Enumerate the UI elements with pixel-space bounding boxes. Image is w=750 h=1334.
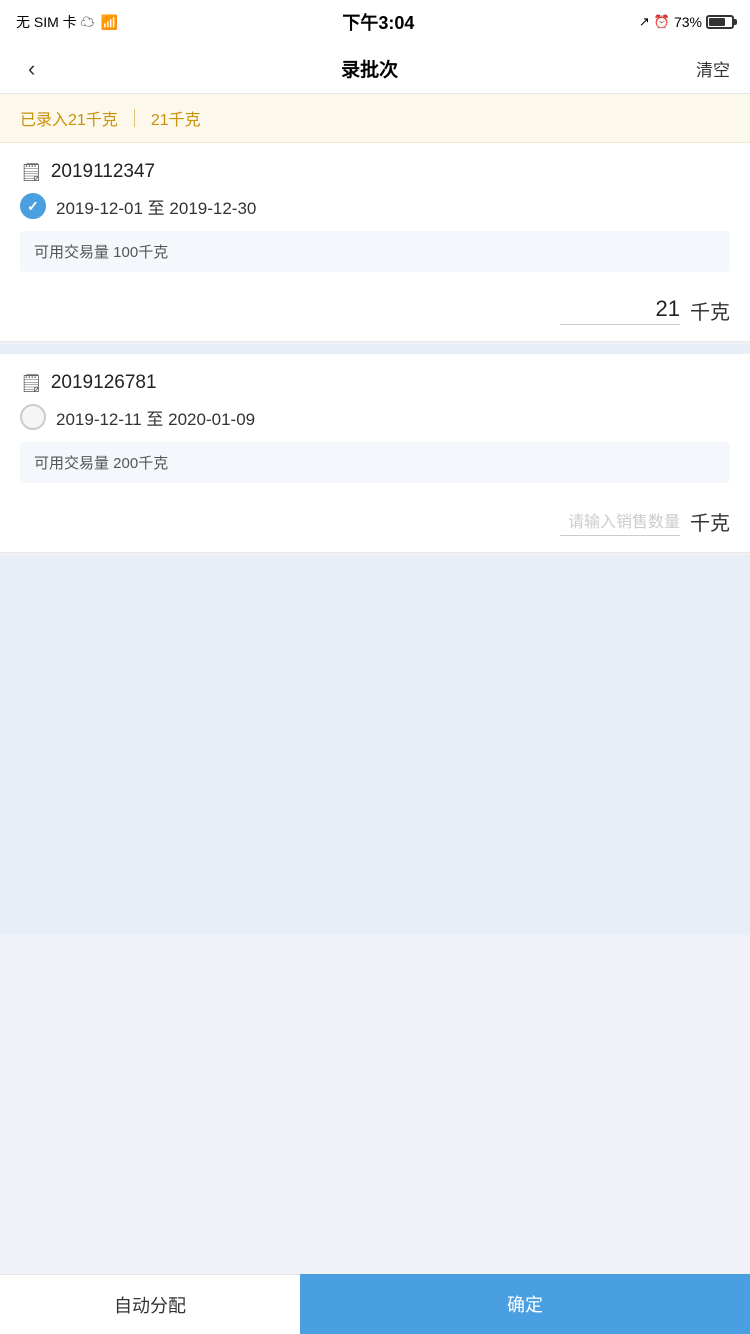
status-bar: 无 SIM 卡 ☁ 📶 下午3:04 ↗ ⏰ 73% bbox=[0, 0, 750, 44]
summary-recorded: 已录入21千克 bbox=[20, 106, 118, 130]
summary-divider bbox=[134, 109, 135, 127]
location-icon: ↗ bbox=[639, 14, 650, 30]
nav-bar: ‹ 录批次 清空 bbox=[0, 44, 750, 94]
empty-area bbox=[0, 555, 750, 935]
batch-1-input-row: 千克 bbox=[0, 286, 750, 342]
batch-2-doc-icon: 🗒 bbox=[20, 373, 43, 394]
batch-1-number: 2019112347 bbox=[51, 161, 155, 183]
batch-1-header: 🗒 2019112347 bbox=[0, 143, 750, 187]
batch-1-doc-icon: 🗒 bbox=[20, 162, 43, 183]
batch-2-date-row[interactable]: 2019-12-11 至 2020-01-09 bbox=[0, 398, 750, 436]
alarm-icon: ⏰ bbox=[654, 14, 670, 30]
summary-total: 21千克 bbox=[151, 106, 201, 130]
batch-2-input-row: 千克 bbox=[0, 497, 750, 553]
batch-1-unit: 千克 bbox=[690, 296, 730, 325]
confirm-button[interactable]: 确定 bbox=[300, 1274, 750, 1334]
batch-1-date: 2019-12-01 至 2019-12-30 bbox=[56, 194, 256, 219]
status-right: ↗ ⏰ 73% bbox=[639, 14, 734, 30]
batch-2-date: 2019-12-11 至 2020-01-09 bbox=[56, 405, 255, 430]
batch-1-quantity-input[interactable] bbox=[560, 296, 680, 325]
batch-card-2: 🗒 2019126781 2019-12-11 至 2020-01-09 可用交… bbox=[0, 354, 750, 553]
page-title: 录批次 bbox=[341, 55, 398, 82]
wifi-icon: 📶 bbox=[101, 14, 118, 31]
battery-icon bbox=[706, 15, 734, 29]
batch-2-header: 🗒 2019126781 bbox=[0, 354, 750, 398]
sim-label: 无 SIM 卡 ☁ bbox=[16, 12, 95, 32]
batch-1-date-row[interactable]: 2019-12-01 至 2019-12-30 bbox=[0, 187, 750, 225]
section-divider bbox=[0, 344, 750, 354]
auto-distribute-button[interactable]: 自动分配 bbox=[0, 1274, 300, 1334]
summary-banner: 已录入21千克 21千克 bbox=[0, 94, 750, 143]
batch-2-number: 2019126781 bbox=[51, 372, 157, 394]
batch-1-available: 可用交易量 100千克 bbox=[20, 231, 730, 272]
batch-2-unit: 千克 bbox=[690, 507, 730, 536]
action-bar: 自动分配 确定 bbox=[0, 1274, 750, 1334]
batch-2-radio[interactable] bbox=[20, 404, 46, 430]
status-left: 无 SIM 卡 ☁ 📶 bbox=[16, 12, 118, 32]
clear-button[interactable]: 清空 bbox=[696, 56, 730, 81]
back-button[interactable]: ‹ bbox=[20, 48, 43, 90]
batch-2-available: 可用交易量 200千克 bbox=[20, 442, 730, 483]
battery-label: 73% bbox=[674, 14, 702, 30]
status-time: 下午3:04 bbox=[342, 9, 414, 35]
batch-2-quantity-input[interactable] bbox=[560, 507, 680, 536]
batch-card-1: 🗒 2019112347 2019-12-01 至 2019-12-30 可用交… bbox=[0, 143, 750, 342]
batch-1-radio[interactable] bbox=[20, 193, 46, 219]
